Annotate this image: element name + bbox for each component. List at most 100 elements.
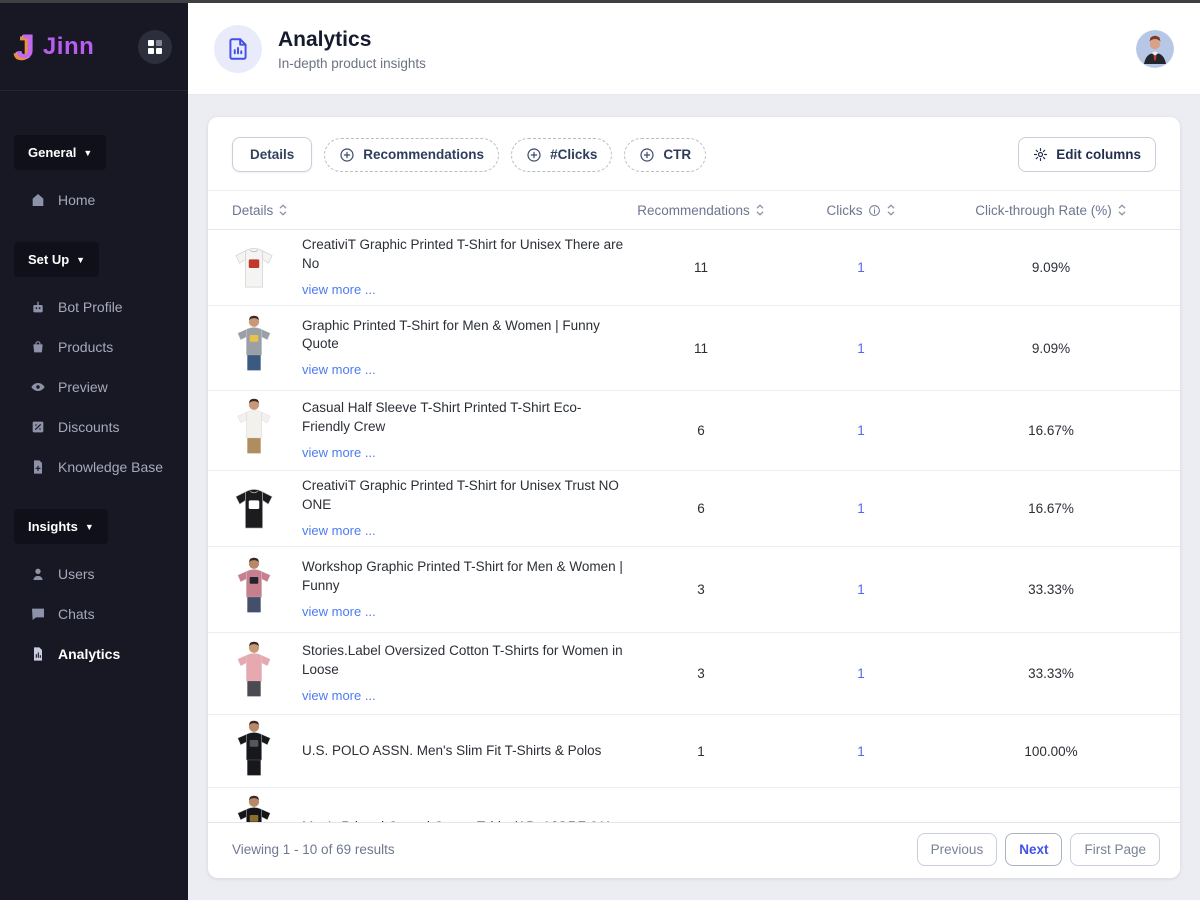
product-title: CreativiT Graphic Printed T-Shirt for Un…: [302, 237, 624, 271]
chip-details[interactable]: Details: [232, 137, 313, 172]
chats-icon: [30, 606, 46, 622]
content-area: Details Recommendations #Clicks CTR Edit c…: [188, 95, 1200, 900]
product-image: [232, 720, 276, 783]
product-info: Workshop Graphic Printed T-Shirt for Men…: [302, 558, 626, 620]
clicks-link[interactable]: 1: [857, 501, 865, 516]
users-icon: [30, 566, 46, 582]
details-cell: Casual Half Sleeve T-Shirt Printed T-Shi…: [232, 398, 626, 464]
edit-columns-label: Edit columns: [1056, 147, 1141, 162]
plus-circle-icon: [339, 147, 355, 163]
table-row: U.S. POLO ASSN. Men's Slim Fit T-Shirts …: [208, 715, 1180, 788]
discounts-icon: [30, 419, 46, 435]
info-icon[interactable]: [868, 204, 881, 217]
column-header-clicks[interactable]: Clicks: [776, 203, 946, 218]
details-cell: Men's Printed Casual Cotton Tshirt (AB_1…: [232, 795, 626, 822]
edit-columns-button[interactable]: Edit columns: [1018, 137, 1156, 172]
product-title: Casual Half Sleeve T-Shirt Printed T-Shi…: [302, 400, 582, 434]
product-info: Graphic Printed T-Shirt for Men & Women …: [302, 317, 626, 379]
app-name: Jinn: [42, 32, 95, 60]
sidebar-item-label: Bot Profile: [58, 299, 123, 315]
sidebar-item-preview[interactable]: Preview: [0, 367, 188, 407]
results-count: Viewing 1 - 10 of 69 results: [232, 842, 395, 857]
ctr-value: 16.67%: [1028, 423, 1074, 438]
sidebar-item-chats[interactable]: Chats: [0, 594, 188, 634]
column-label: Recommendations: [637, 202, 750, 218]
plus-circle-icon: [639, 147, 655, 163]
add-chip-recommendations[interactable]: Recommendations: [324, 137, 500, 172]
table-footer: Viewing 1 - 10 of 69 results Previous Nex…: [208, 822, 1180, 878]
view-more-link[interactable]: view more ...: [302, 362, 376, 377]
view-more-link[interactable]: view more ...: [302, 604, 376, 619]
analytics-icon: [30, 646, 46, 662]
analytics-card: Details Recommendations #Clicks CTR Edit c…: [208, 117, 1180, 878]
apps-grid-button[interactable]: [138, 29, 172, 64]
sidebar-section-label: General: [28, 145, 77, 160]
sidebar-item-label: Preview: [58, 379, 108, 395]
previous-button[interactable]: Previous: [916, 833, 998, 866]
user-avatar[interactable]: [1136, 29, 1174, 68]
clicks-cell: 1: [776, 666, 946, 681]
product-image: [232, 235, 276, 301]
sort-icon[interactable]: [1117, 203, 1127, 217]
bot-icon: [30, 299, 46, 315]
sidebar-item-bot-profile[interactable]: Bot Profile: [0, 287, 188, 327]
product-info: Stories.Label Oversized Cotton T-Shirts …: [302, 642, 626, 704]
sidebar-item-label: Products: [58, 339, 114, 355]
add-chip--clicks[interactable]: #Clicks: [511, 137, 613, 172]
table-header-row: Details Recommendations Clicks Click-throug…: [208, 190, 1180, 230]
table-row: Men's Printed Casual Cotton Tshirt (AB_1…: [208, 788, 1180, 822]
clicks-link[interactable]: 1: [857, 666, 865, 681]
chevron-down-icon: ▼: [84, 521, 94, 532]
view-more-link[interactable]: view more ...: [302, 523, 376, 538]
sidebar-section-label: Insights: [28, 519, 78, 534]
sidebar-item-users[interactable]: Users: [0, 554, 188, 594]
product-title: Graphic Printed T-Shirt for Men & Women …: [302, 317, 600, 351]
ctr-value: 33.33%: [1028, 666, 1074, 681]
sort-icon[interactable]: [886, 203, 896, 217]
sort-icon[interactable]: [755, 203, 765, 217]
product-title: Workshop Graphic Printed T-Shirt for Men…: [302, 559, 623, 593]
details-cell: U.S. POLO ASSN. Men's Slim Fit T-Shirts …: [232, 720, 626, 783]
ctr-value: 9.09%: [1031, 340, 1071, 356]
view-more-link[interactable]: view more ...: [302, 282, 376, 297]
sidebar-item-label: Discounts: [58, 419, 120, 435]
sidebar-item-label: Home: [58, 192, 96, 208]
sidebar-section-insights[interactable]: Insights ▼: [14, 509, 108, 544]
add-chip-ctr[interactable]: CTR: [624, 137, 707, 172]
clicks-link[interactable]: 1: [857, 341, 865, 356]
clicks-link[interactable]: 1: [857, 423, 865, 438]
page-header: Analytics In-depth product insights: [188, 3, 1200, 95]
ctr-value: 16.67%: [1028, 501, 1074, 516]
product-info: CreativiT Graphic Printed T-Shirt for Un…: [302, 236, 626, 298]
details-cell: CreativiT Graphic Printed T-Shirt for Un…: [232, 476, 626, 542]
first-page-button[interactable]: First Page: [1070, 833, 1160, 866]
filter-chips-row: Details Recommendations #Clicks CTR Edit c…: [208, 117, 1180, 190]
column-header-recommendations[interactable]: Recommendations: [626, 203, 776, 218]
sort-icon[interactable]: [278, 203, 288, 217]
sidebar-item-discounts[interactable]: Discounts: [0, 407, 188, 447]
clicks-link[interactable]: 1: [857, 582, 865, 597]
column-header-click-through-rate-[interactable]: Click-through Rate (%): [946, 203, 1156, 218]
sidebar-item-knowledge-base[interactable]: Knowledge Base: [0, 447, 188, 487]
details-cell: Graphic Printed T-Shirt for Men & Women …: [232, 315, 626, 381]
clicks-link[interactable]: 1: [857, 260, 865, 275]
sidebar-item-label: Chats: [58, 606, 95, 622]
product-title: U.S. POLO ASSN. Men's Slim Fit T-Shirts …: [302, 742, 602, 758]
sidebar-section-general[interactable]: General ▼: [14, 135, 107, 170]
main-area: Analytics In-depth product insights Deta…: [188, 3, 1200, 900]
product-title: Stories.Label Oversized Cotton T-Shirts …: [302, 643, 623, 677]
sidebar-section-set-up[interactable]: Set Up ▼: [14, 242, 100, 277]
column-label: Click-through Rate (%): [975, 202, 1112, 218]
clicks-cell: 1: [776, 501, 946, 516]
sidebar-item-analytics[interactable]: Analytics: [0, 634, 188, 674]
sidebar-item-home[interactable]: Home: [0, 180, 188, 220]
sidebar-item-label: Users: [58, 566, 95, 582]
product-info: CreativiT Graphic Printed T-Shirt for Un…: [302, 477, 626, 539]
column-header-details[interactable]: Details: [232, 203, 626, 218]
clicks-link[interactable]: 1: [857, 744, 865, 759]
sidebar-item-products[interactable]: Products: [0, 327, 188, 367]
view-more-link[interactable]: view more ...: [302, 688, 376, 703]
view-more-link[interactable]: view more ...: [302, 445, 376, 460]
table-body: CreativiT Graphic Printed T-Shirt for Un…: [208, 230, 1180, 822]
next-button[interactable]: Next: [1005, 833, 1063, 866]
